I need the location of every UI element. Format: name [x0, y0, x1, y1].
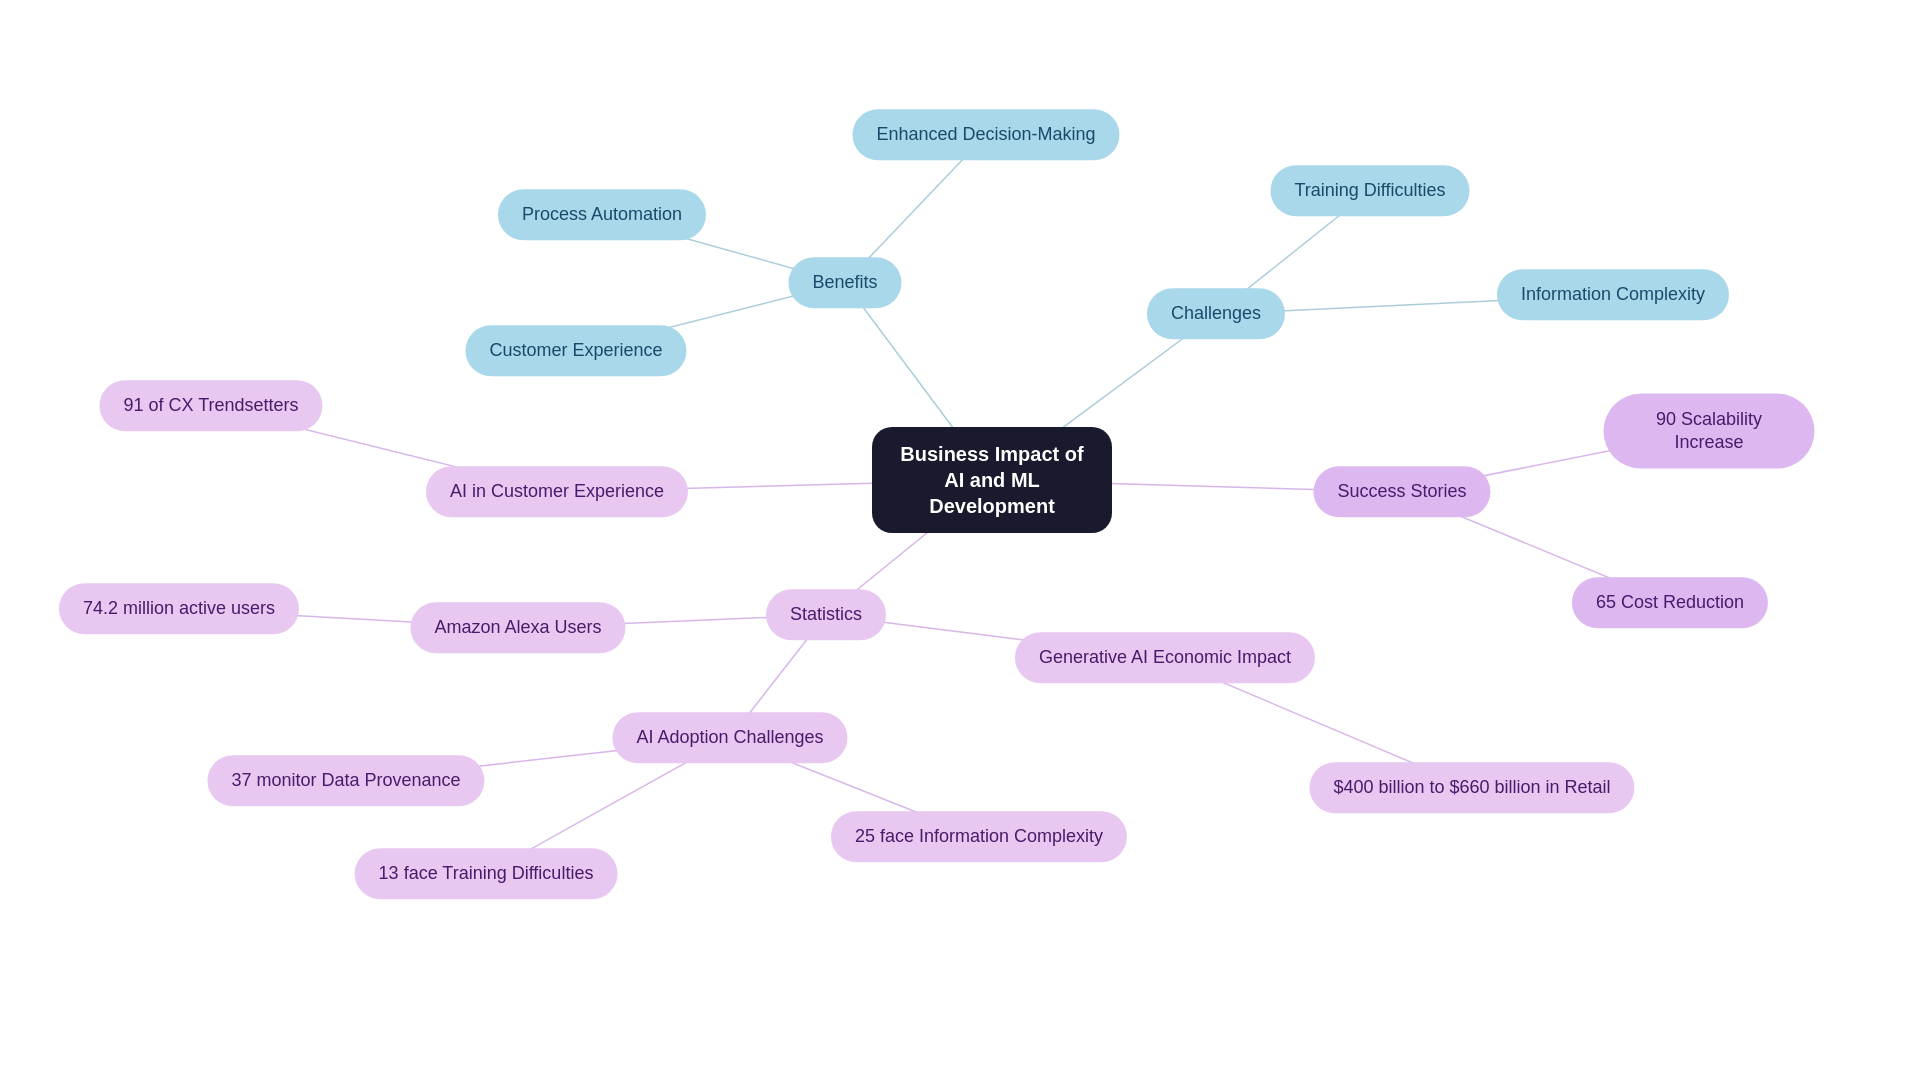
cost-reduction: 65 Cost Reduction [1572, 577, 1768, 628]
scalability: 90 Scalability Increase [1604, 394, 1815, 469]
info-complexity-bottom: 25 face Information Complexity [831, 811, 1127, 862]
mindmap-container: Business Impact of AI and ML Development… [0, 0, 1920, 1083]
ai-adoption: AI Adoption Challenges [612, 712, 847, 763]
training-difficulties-top: Training Difficulties [1270, 165, 1469, 216]
active-users: 74.2 million active users [59, 583, 299, 634]
customer-experience-node: Customer Experience [465, 325, 686, 376]
training-difficulties-bottom: 13 face Training Difficulties [355, 848, 618, 899]
challenges: Challenges [1147, 288, 1285, 339]
data-provenance: 37 monitor Data Provenance [207, 755, 484, 806]
cx-trendsetters: 91 of CX Trendsetters [99, 380, 322, 431]
success-stories: Success Stories [1313, 466, 1490, 517]
connections-svg [0, 0, 1920, 1083]
statistics: Statistics [766, 589, 886, 640]
information-complexity-top: Information Complexity [1497, 269, 1729, 320]
ai-customer-exp: AI in Customer Experience [426, 466, 688, 517]
amazon-alexa: Amazon Alexa Users [410, 602, 625, 653]
center: Business Impact of AI and ML Development [872, 427, 1112, 533]
enhanced-decision: Enhanced Decision-Making [852, 109, 1119, 160]
retail-impact: $400 billion to $660 billion in Retail [1309, 762, 1634, 813]
process-automation: Process Automation [498, 189, 706, 240]
benefits: Benefits [788, 257, 901, 308]
gen-ai-impact: Generative AI Economic Impact [1015, 632, 1315, 683]
